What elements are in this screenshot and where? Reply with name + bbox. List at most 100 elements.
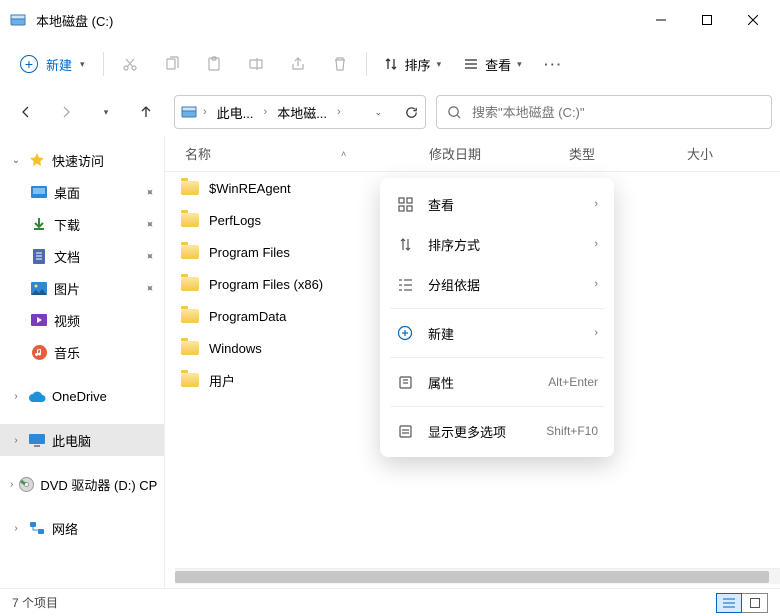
cut-button[interactable] <box>110 46 150 82</box>
icons-view-button[interactable] <box>742 593 768 613</box>
share-button[interactable] <box>278 46 318 82</box>
group-icon <box>396 277 414 292</box>
sidebar-item-label: 文档 <box>54 247 80 266</box>
sidebar-downloads[interactable]: 下载 ✦ <box>0 208 164 240</box>
sort-icon <box>383 56 399 72</box>
column-headers[interactable]: 名称˄ 修改日期 类型 大小 <box>165 136 780 172</box>
rename-button[interactable] <box>236 46 276 82</box>
sidebar-dvd[interactable]: › DVD 驱动器 (D:) CP <box>0 468 164 500</box>
up-button[interactable] <box>128 94 164 130</box>
star-icon <box>28 151 46 169</box>
column-date[interactable]: 修改日期 <box>429 144 569 163</box>
ctx-view[interactable]: 查看 › <box>380 184 614 224</box>
ctx-group[interactable]: 分组依据 › <box>380 264 614 304</box>
sidebar-onedrive[interactable]: › OneDrive <box>0 380 164 412</box>
new-button[interactable]: + 新建 ▾ <box>8 49 97 80</box>
chevron-right-icon[interactable]: › <box>201 106 209 118</box>
disc-icon <box>19 475 34 493</box>
chevron-right-icon: › <box>594 278 598 290</box>
recent-button[interactable]: ▾ <box>88 94 124 130</box>
ctx-shortcut: Alt+Enter <box>548 375 598 389</box>
ctx-label: 排序方式 <box>428 235 580 254</box>
collapse-icon[interactable]: ⌄ <box>10 155 22 166</box>
minimize-button[interactable] <box>638 4 684 36</box>
grid-icon <box>396 197 414 212</box>
ctx-label: 属性 <box>428 373 534 392</box>
file-name: PerfLogs <box>209 213 261 228</box>
sidebar-item-label: 图片 <box>54 279 80 298</box>
expand-icon[interactable]: › <box>10 479 13 490</box>
download-icon <box>30 215 48 233</box>
chevron-right-icon[interactable]: › <box>262 106 270 118</box>
column-type[interactable]: 类型 <box>569 144 687 163</box>
file-name: Program Files <box>209 245 290 260</box>
expand-icon[interactable]: › <box>10 435 22 446</box>
drive-icon <box>10 12 26 28</box>
file-name: ProgramData <box>209 309 286 324</box>
sidebar-item-label: DVD 驱动器 (D:) CP <box>40 475 157 494</box>
maximize-button[interactable] <box>684 4 730 36</box>
ctx-more-options[interactable]: 显示更多选项 Shift+F10 <box>380 411 614 451</box>
music-icon <box>30 343 48 361</box>
sidebar-item-label: 快速访问 <box>52 151 104 170</box>
sidebar-thispc[interactable]: › 此电脑 <box>0 424 164 456</box>
scrollbar-horizontal[interactable] <box>175 568 780 584</box>
view-icon <box>463 56 479 72</box>
title-bar: 本地磁盘 (C:) <box>0 0 780 40</box>
cloud-icon <box>28 387 46 405</box>
pin-icon: ✦ <box>142 184 158 200</box>
sidebar-pictures[interactable]: 图片 ✦ <box>0 272 164 304</box>
folder-icon <box>181 181 199 195</box>
sidebar-desktop[interactable]: 桌面 ✦ <box>0 176 164 208</box>
pin-icon: ✦ <box>142 248 158 264</box>
search-input[interactable] <box>472 105 761 120</box>
ctx-shortcut: Shift+F10 <box>546 424 598 438</box>
scrollbar-thumb[interactable] <box>175 571 769 583</box>
breadcrumb[interactable]: 本地磁... <box>273 100 331 125</box>
folder-icon <box>181 373 199 387</box>
chevron-right-icon[interactable]: › <box>335 106 343 118</box>
status-count: 7 个项目 <box>12 594 58 611</box>
ctx-properties[interactable]: 属性 Alt+Enter <box>380 362 614 402</box>
close-button[interactable] <box>730 4 776 36</box>
sort-button[interactable]: 排序 ▾ <box>373 49 452 80</box>
sidebar-quick-access[interactable]: ⌄ 快速访问 <box>0 144 164 176</box>
sidebar-documents[interactable]: 文档 ✦ <box>0 240 164 272</box>
sidebar-music[interactable]: 音乐 <box>0 336 164 368</box>
back-button[interactable] <box>8 94 44 130</box>
drive-icon <box>181 104 197 120</box>
sidebar-videos[interactable]: 视频 <box>0 304 164 336</box>
column-size[interactable]: 大小 <box>687 144 747 163</box>
divider <box>390 406 604 407</box>
sidebar-network[interactable]: › 网络 <box>0 512 164 544</box>
paste-button[interactable] <box>194 46 234 82</box>
copy-button[interactable] <box>152 46 192 82</box>
delete-button[interactable] <box>320 46 360 82</box>
expand-icon[interactable]: › <box>10 391 22 402</box>
breadcrumb[interactable]: 此电... <box>213 100 258 125</box>
forward-button[interactable] <box>48 94 84 130</box>
context-menu: 查看 › 排序方式 › 分组依据 › 新建 › 属性 Alt+Enter 显示更… <box>380 178 614 457</box>
chevron-down-icon: ▾ <box>517 59 522 70</box>
more-icon <box>396 424 414 439</box>
search-bar[interactable] <box>436 95 772 129</box>
view-button[interactable]: 查看 ▾ <box>453 49 532 80</box>
sidebar-item-label: 网络 <box>52 519 78 538</box>
expand-icon[interactable]: › <box>10 523 22 534</box>
ctx-label: 分组依据 <box>428 275 580 294</box>
column-name[interactable]: 名称˄ <box>185 144 429 163</box>
ctx-sort[interactable]: 排序方式 › <box>380 224 614 264</box>
status-bar: 7 个项目 <box>0 588 780 616</box>
chevron-right-icon: › <box>594 238 598 250</box>
ctx-new[interactable]: 新建 › <box>380 313 614 353</box>
more-button[interactable]: ··· <box>534 46 574 82</box>
refresh-button[interactable] <box>404 105 419 120</box>
address-bar[interactable]: › 此电... › 本地磁... › ⌄ <box>174 95 426 129</box>
chevron-down-icon: ▾ <box>80 59 85 70</box>
navigation-bar: ▾ › 此电... › 本地磁... › ⌄ <box>0 88 780 136</box>
chevron-down-icon[interactable]: ⌄ <box>374 107 382 118</box>
chevron-down-icon: ▾ <box>437 59 442 70</box>
sort-icon <box>396 237 414 252</box>
file-name: Windows <box>209 341 262 356</box>
details-view-button[interactable] <box>716 593 742 613</box>
